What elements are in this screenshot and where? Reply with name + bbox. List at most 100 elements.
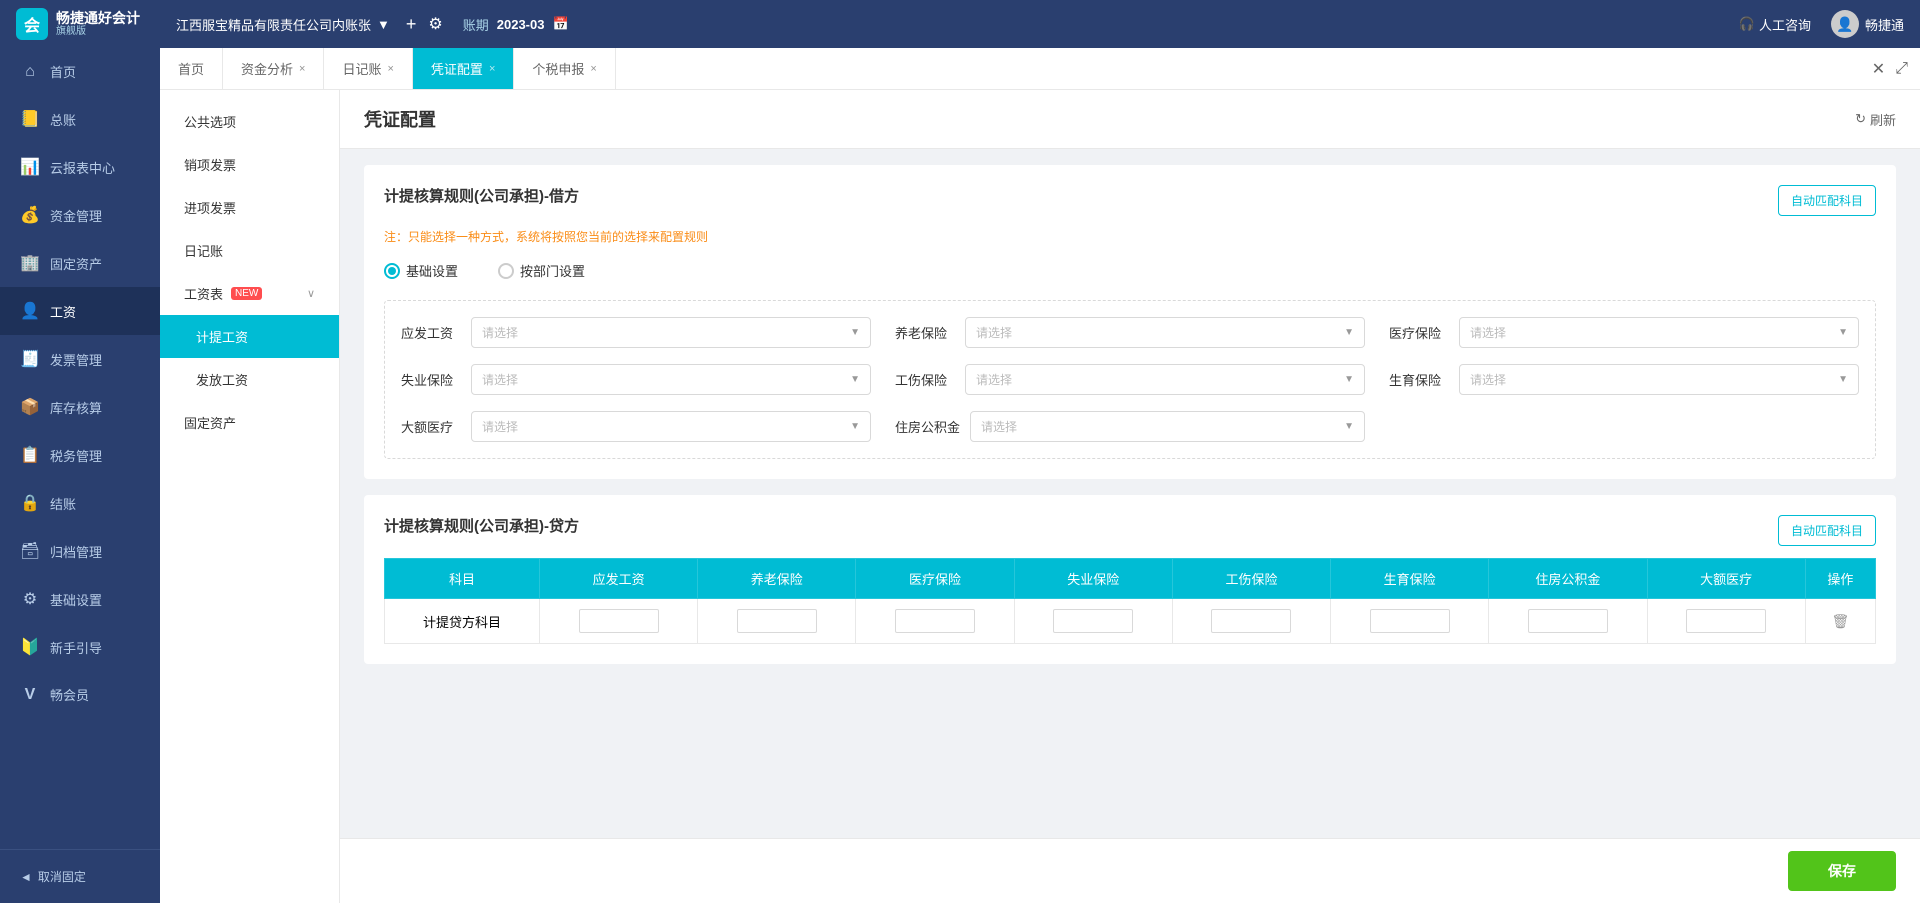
sidebar-item-assets[interactable]: 🏢 固定资产 <box>0 239 160 287</box>
field-sybx: 失业保险 请选择 ▼ <box>401 364 871 395</box>
label-zfgjj: 住房公积金 <box>895 417 960 436</box>
logo: 会 畅捷通好会计 旗舰版 <box>16 8 176 40</box>
tab-home[interactable]: 首页 <box>160 48 223 89</box>
delete-row-button[interactable]: 🗑 <box>1831 613 1849 629</box>
radio-dept-circle <box>498 263 514 279</box>
tab-journal-close[interactable]: × <box>387 63 393 75</box>
select-sybx[interactable]: 请选择 ▼ <box>471 364 871 395</box>
refresh-label: 刷新 <box>1870 110 1896 129</box>
tab-home-label: 首页 <box>178 59 204 78</box>
cell-zfgjj[interactable] <box>1489 599 1647 644</box>
radio-basic[interactable]: 基础设置 <box>384 261 458 280</box>
radio-dept[interactable]: 按部门设置 <box>498 261 585 280</box>
add-icon[interactable]: + <box>406 14 417 35</box>
sidebar-item-home[interactable]: ⌂ 首页 <box>0 48 160 95</box>
close-tab-icon[interactable]: ✕ <box>1872 59 1885 79</box>
nav-item-purchase[interactable]: 进项发票 <box>160 186 339 229</box>
tab-finance[interactable]: 资金分析 × <box>223 48 324 89</box>
nav-item-journal[interactable]: 日记账 <box>160 229 339 272</box>
debit-section-header: 计提核算规则(公司承担)-借方 自动匹配科目 <box>384 185 1876 216</box>
calendar-icon[interactable]: 📅 <box>552 16 568 32</box>
cancel-fixed-button[interactable]: ◄ 取消固定 <box>10 860 150 893</box>
service-button[interactable]: 🎧 人工咨询 <box>1739 15 1811 34</box>
cell-yfgz[interactable] <box>539 599 697 644</box>
tab-tax-label: 个税申报 <box>532 59 584 78</box>
nav-item-sales[interactable]: 销项发票 <box>160 143 339 186</box>
input-sybx[interactable] <box>1053 609 1133 633</box>
cell-deyly[interactable] <box>1647 599 1805 644</box>
col-ylbx2: 医疗保险 <box>856 559 1014 599</box>
select-ylbx[interactable]: 请选择 ▼ <box>965 317 1365 348</box>
select-ylbx2[interactable]: 请选择 ▼ <box>1459 317 1859 348</box>
debit-section: 计提核算规则(公司承担)-借方 自动匹配科目 注：只能选择一种方式，系统将按照您… <box>364 165 1896 479</box>
cell-sybx2[interactable] <box>1331 599 1489 644</box>
expand-icon[interactable]: ⤢ <box>1895 60 1908 78</box>
sidebar-item-guide[interactable]: 🔰 新手引导 <box>0 623 160 671</box>
left-nav: 公共选项 销项发票 进项发票 日记账 工资表 NEW ∨ 计提工资 <box>160 90 340 903</box>
select-zfgjj[interactable]: 请选择 ▼ <box>970 411 1365 442</box>
label-deyly: 大额医疗 <box>401 417 461 436</box>
cell-ylbx2[interactable] <box>856 599 1014 644</box>
sidebar-item-salary[interactable]: 👤 工资 <box>0 287 160 335</box>
tab-journal[interactable]: 日记账 × <box>324 48 412 89</box>
select-gsbx[interactable]: 请选择 ▼ <box>965 364 1365 395</box>
sidebar-label-member: 畅会员 <box>50 685 89 704</box>
sidebar-item-funds[interactable]: 💰 资金管理 <box>0 191 160 239</box>
sidebar-label-archive: 归档管理 <box>50 542 102 561</box>
sidebar-item-ledger[interactable]: 📒 总账 <box>0 95 160 143</box>
guide-icon: 🔰 <box>20 637 40 657</box>
nav-item-fixed-assets[interactable]: 固定资产 <box>160 401 339 444</box>
debit-auto-match-button[interactable]: 自动匹配科目 <box>1778 185 1876 216</box>
page-title: 凭证配置 <box>364 106 436 132</box>
tab-finance-close[interactable]: × <box>299 63 305 75</box>
nav-item-pay-salary[interactable]: 发放工资 <box>160 358 339 401</box>
sidebar-item-reports[interactable]: 📊 云报表中心 <box>0 143 160 191</box>
sidebar-item-member[interactable]: V 畅会员 <box>0 671 160 718</box>
nav-item-public[interactable]: 公共选项 <box>160 100 339 143</box>
cell-gsbx[interactable] <box>1172 599 1330 644</box>
company-selector[interactable]: 江西服宝精品有限责任公司内账张 ▼ <box>176 15 390 34</box>
sidebar-item-archive[interactable]: 🗃 归档管理 <box>0 527 160 575</box>
nav-label-fixed-assets: 固定资产 <box>184 413 236 432</box>
page-content: 公共选项 销项发票 进项发票 日记账 工资表 NEW ∨ 计提工资 <box>160 90 1920 903</box>
radio-basic-circle <box>384 263 400 279</box>
label-yfgz: 应发工资 <box>401 323 461 342</box>
cell-action: 🗑 <box>1805 599 1875 644</box>
refresh-button[interactable]: ↻ 刷新 <box>1855 110 1896 129</box>
input-ylbx[interactable] <box>737 609 817 633</box>
logo-sub-text: 旗舰版 <box>56 26 140 38</box>
select-yfgz[interactable]: 请选择 ▼ <box>471 317 871 348</box>
credit-auto-match-button[interactable]: 自动匹配科目 <box>1778 515 1876 546</box>
sidebar-item-close[interactable]: 🔒 结账 <box>0 479 160 527</box>
tab-voucher[interactable]: 凭证配置 × <box>413 48 514 89</box>
input-sybx2[interactable] <box>1370 609 1450 633</box>
col-subject: 科目 <box>385 559 540 599</box>
label-ylbx2: 医疗保险 <box>1389 323 1449 342</box>
period-value[interactable]: 2023-03 <box>497 17 545 32</box>
input-zfgjj[interactable] <box>1528 609 1608 633</box>
select-sybx2[interactable]: 请选择 ▼ <box>1459 364 1859 395</box>
nav-label-salary-table: 工资表 <box>184 284 223 303</box>
input-deyly[interactable] <box>1686 609 1766 633</box>
sidebar-item-invoice[interactable]: 🧾 发票管理 <box>0 335 160 383</box>
nav-item-calc-salary[interactable]: 计提工资 <box>160 315 339 358</box>
user-info[interactable]: 👤 畅捷通 <box>1831 10 1904 38</box>
main-panel: 凭证配置 ↻ 刷新 计提核算规则(公司承担)-借方 自动匹配科目 注：只能选择一… <box>340 90 1920 903</box>
sidebar-item-settings[interactable]: ⚙ 基础设置 <box>0 575 160 623</box>
settings-icon[interactable]: ⚙ <box>428 14 442 34</box>
tab-tax-close[interactable]: × <box>590 63 596 75</box>
sidebar-item-tax[interactable]: 📋 税务管理 <box>0 431 160 479</box>
input-ylbx2[interactable] <box>895 609 975 633</box>
headphone-icon: 🎧 <box>1739 16 1755 32</box>
select-deyly[interactable]: 请选择 ▼ <box>471 411 871 442</box>
cell-sybx[interactable] <box>1014 599 1172 644</box>
input-yfgz[interactable] <box>579 609 659 633</box>
nav-label-sales: 销项发票 <box>184 155 236 174</box>
sidebar-item-inventory[interactable]: 📦 库存核算 <box>0 383 160 431</box>
nav-item-salary-table[interactable]: 工资表 NEW ∨ <box>160 272 339 315</box>
save-button[interactable]: 保存 <box>1788 851 1896 891</box>
tab-tax[interactable]: 个税申报 × <box>514 48 615 89</box>
tab-voucher-close[interactable]: × <box>489 63 495 75</box>
cell-ylbx[interactable] <box>698 599 856 644</box>
input-gsbx[interactable] <box>1211 609 1291 633</box>
